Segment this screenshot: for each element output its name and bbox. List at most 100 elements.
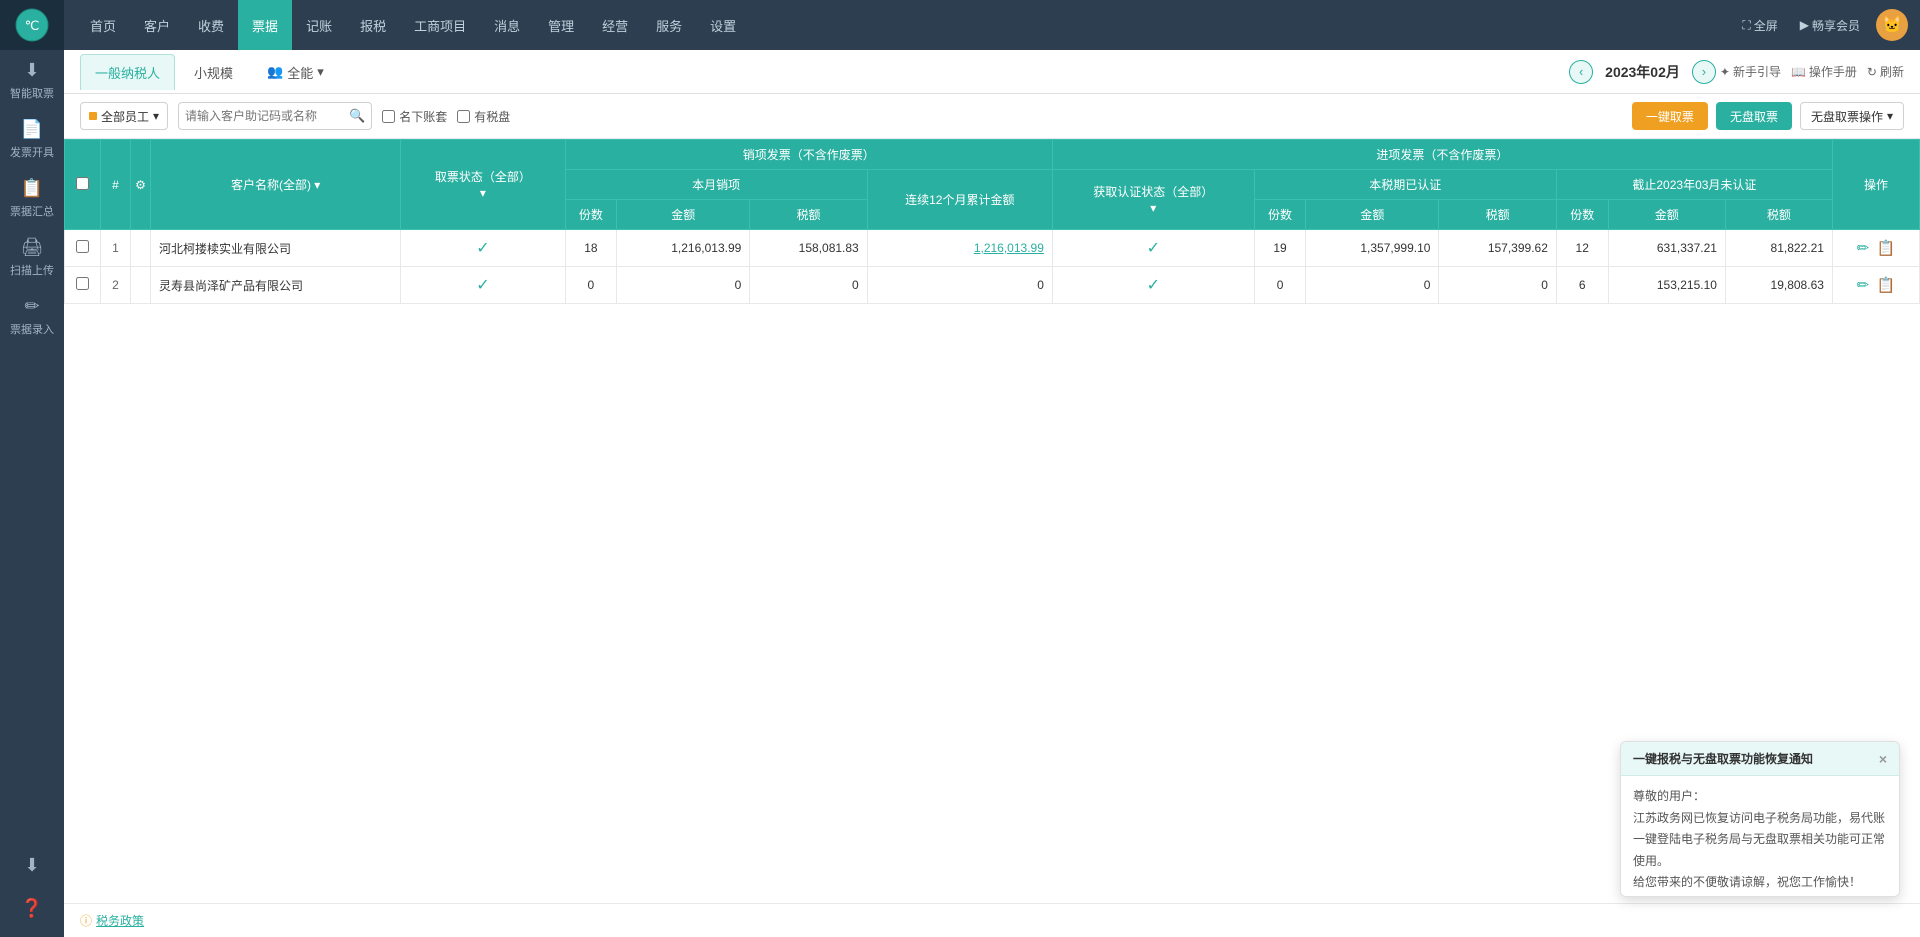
nav-message[interactable]: 消息 [480, 0, 534, 50]
tab-all[interactable]: 👥 全能 ▾ [252, 54, 339, 90]
nav-tax[interactable]: 报税 [346, 0, 400, 50]
sidebar-item-download[interactable]: ⬇ [0, 845, 64, 884]
cert-filter-icon[interactable]: ▾ [1150, 201, 1156, 215]
row2-uncert-tax: 19,808.63 [1725, 267, 1832, 304]
fetch-status-filter-icon[interactable]: ▾ [480, 186, 486, 200]
row2-customer-name: 灵寿县尚泽矿产品有限公司 [151, 267, 401, 304]
nav-invoice[interactable]: 票据 [238, 0, 292, 50]
row2-uncert-count: 6 [1556, 267, 1608, 304]
notif-header: 一键报税与无盘取票功能恢复通知 × [1621, 742, 1899, 776]
nav-home[interactable]: 首页 [76, 0, 130, 50]
table-row: 1 河北柯搂椟实业有限公司 ✓ 18 1,216,013.99 158,081.… [65, 230, 1920, 267]
page-footer: ⓘ 税务政策 [64, 903, 1920, 937]
row2-cumulative: 0 [867, 267, 1052, 304]
sidebar: ℃ ⬇ 智能取票 📄 发票开具 📋 票据汇总 🖨 扫描上传 ✏ 票据录入 ⬇ ❓ [0, 0, 64, 937]
tab-general[interactable]: 一般纳税人 [80, 54, 175, 90]
member-btn[interactable]: ▶ 畅享会员 [1794, 13, 1866, 38]
checkbox-tax-disk[interactable] [457, 110, 470, 123]
tab-small[interactable]: 小规模 [179, 54, 248, 90]
checkbox-tax-disk-label[interactable]: 有税盘 [457, 108, 510, 125]
nav-right: ⛶ 全屏 ▶ 畅享会员 🐱 [1736, 9, 1908, 41]
row2-edit-btn[interactable]: ✏ [1857, 277, 1870, 294]
notif-text: 尊敬的用户： 江苏政务网已恢复访问电子税务局功能，易代账一键登陆电子税务局与无盘… [1633, 786, 1887, 896]
one-click-fetch-btn[interactable]: 一键取票 [1632, 102, 1708, 130]
sidebar-item-scan-upload[interactable]: 🖨 扫描上传 [0, 227, 64, 286]
row2-view-btn[interactable]: 📋 [1877, 277, 1896, 294]
no-disk-fetch-btn[interactable]: 无盘取票 [1716, 102, 1792, 130]
sidebar-item-smart-fetch[interactable]: ⬇ 智能取票 [0, 50, 64, 109]
guide-icon: ✦ [1720, 65, 1730, 79]
row1-index: 1 [101, 230, 131, 267]
scan-upload-icon: 🖨 [21, 237, 44, 258]
row2-current-cert-tax: 0 [1439, 267, 1556, 304]
table-row: 2 灵寿县尚泽矿产品有限公司 ✓ 0 0 0 0 ✓ 0 0 0 6 153,2… [65, 267, 1920, 304]
nav-management[interactable]: 管理 [534, 0, 588, 50]
checkbox-accounts-label[interactable]: 名下账套 [382, 108, 447, 125]
row1-current-cert-count: 19 [1254, 230, 1306, 267]
row2-monthly-amount: 0 [617, 267, 750, 304]
manual-btn[interactable]: 📖 操作手册 [1791, 63, 1857, 80]
manual-icon: 📖 [1791, 65, 1806, 79]
tax-policy-icon: ⓘ [80, 912, 92, 929]
sidebar-logo[interactable]: ℃ [0, 0, 64, 50]
nav-bookkeeping[interactable]: 记账 [292, 0, 346, 50]
fullscreen-icon: ⛶ [1742, 18, 1750, 33]
row1-cumulative[interactable]: 1,216,013.99 [867, 230, 1052, 267]
purchase-invoice-header: 进项发票（不含作废票） [1052, 140, 1832, 170]
download-icon: ⬇ [24, 855, 39, 876]
row1-uncert-count: 12 [1556, 230, 1608, 267]
prev-month-btn[interactable]: ‹ [1569, 60, 1593, 84]
row2-fetch-status-icon: ✓ [476, 277, 489, 294]
sidebar-item-data-entry[interactable]: ✏ 票据录入 [0, 286, 64, 345]
settings-icon[interactable]: ⚙ [135, 178, 146, 192]
nav-service[interactable]: 服务 [642, 0, 696, 50]
filter-bar-right: 一键取票 无盘取票 无盘取票操作 ▾ [1632, 102, 1904, 130]
user-avatar[interactable]: 🐱 [1876, 9, 1908, 41]
no-disk-ops-dropdown-icon: ▾ [1887, 109, 1893, 123]
row1-uncert-tax: 81,822.21 [1725, 230, 1832, 267]
sidebar-item-invoice-summary[interactable]: 📋 票据汇总 [0, 168, 64, 227]
nav-business[interactable]: 工商项目 [400, 0, 480, 50]
row1-monthly-amount: 1,216,013.99 [617, 230, 750, 267]
employee-filter[interactable]: 全部员工 ▾ [80, 102, 168, 130]
employee-dot-icon [89, 112, 97, 120]
row1-uncert-amount: 631,337.21 [1608, 230, 1725, 267]
refresh-btn[interactable]: ↻ 刷新 [1867, 63, 1904, 80]
notif-close-btn[interactable]: × [1879, 751, 1887, 767]
search-input[interactable] [185, 109, 345, 123]
row2-current-cert-amount: 0 [1306, 267, 1439, 304]
sidebar-item-invoice-open[interactable]: 📄 发票开具 [0, 109, 64, 168]
row2-monthly-count: 0 [565, 267, 617, 304]
row1-checkbox[interactable] [76, 240, 89, 253]
notif-body: 尊敬的用户： 江苏政务网已恢复访问电子税务局功能，易代账一键登陆电子税务局与无盘… [1621, 776, 1899, 896]
nav-operation[interactable]: 经营 [588, 0, 642, 50]
tax-policy-link[interactable]: 税务政策 [96, 912, 144, 929]
guide-btn[interactable]: ✦ 新手引导 [1720, 63, 1781, 80]
nav-settings[interactable]: 设置 [696, 0, 750, 50]
row1-fetch-status-icon: ✓ [476, 240, 489, 257]
row2-index: 2 [101, 267, 131, 304]
customer-filter-icon[interactable]: ▾ [314, 178, 320, 192]
row1-edit-btn[interactable]: ✏ [1857, 240, 1870, 257]
row1-cert-status-icon: ✓ [1147, 240, 1160, 257]
search-icon[interactable]: 🔍 [349, 108, 365, 124]
row2-checkbox[interactable] [76, 277, 89, 290]
select-all-checkbox[interactable] [76, 177, 89, 190]
tab-bar: 一般纳税人 小规模 👥 全能 ▾ ‹ 2023年02月 › ✦ 新手引导 📖 操… [64, 50, 1920, 94]
no-disk-ops-btn[interactable]: 无盘取票操作 ▾ [1800, 102, 1904, 130]
nav-collection[interactable]: 收费 [184, 0, 238, 50]
sidebar-item-help[interactable]: ❓ [0, 888, 64, 927]
help-icon: ❓ [21, 898, 43, 919]
next-month-btn[interactable]: › [1692, 60, 1716, 84]
nav-customer[interactable]: 客户 [130, 0, 184, 50]
row1-view-btn[interactable]: 📋 [1877, 240, 1896, 257]
current-date: 2023年02月 [1597, 62, 1688, 82]
top-nav: 首页 客户 收费 票据 记账 报税 工商项目 消息 管理 经营 服务 设置 ⛶ … [64, 0, 1920, 50]
checkbox-accounts[interactable] [382, 110, 395, 123]
search-wrap: 🔍 [178, 102, 372, 130]
row1-customer-name: 河北柯搂椟实业有限公司 [151, 230, 401, 267]
row2-current-cert-count: 0 [1254, 267, 1306, 304]
sidebar-bottom: ⬇ ❓ [0, 845, 64, 937]
tab-bar-right: ✦ 新手引导 📖 操作手册 ↻ 刷新 [1720, 63, 1904, 80]
fullscreen-btn[interactable]: ⛶ 全屏 [1736, 13, 1783, 38]
